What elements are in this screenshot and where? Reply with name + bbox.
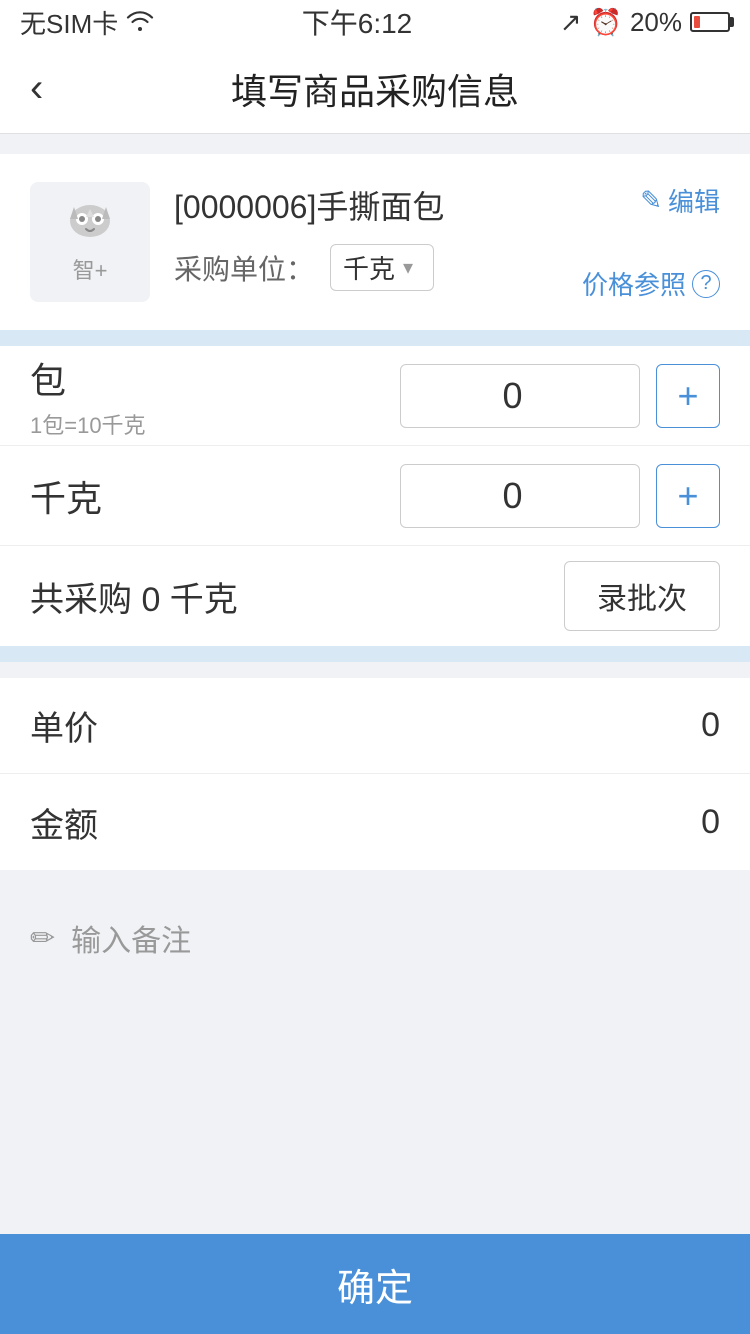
unit-price-value: 0 bbox=[701, 706, 720, 745]
unit-value: 千克 bbox=[343, 249, 395, 286]
carrier-label: 无SIM卡 bbox=[20, 4, 118, 41]
section-divider-2 bbox=[0, 646, 750, 662]
page-title: 填写商品采购信息 bbox=[231, 63, 519, 115]
kg-label-group: 千克 bbox=[30, 470, 150, 522]
bag-label-group: 包 1包=10千克 bbox=[30, 352, 150, 440]
bag-plus-icon: + bbox=[677, 378, 698, 414]
notes-section[interactable]: ✏ 输入备注 bbox=[0, 886, 750, 990]
unit-label: 采购单位： bbox=[174, 248, 314, 288]
product-logo-text: 智+ bbox=[73, 253, 108, 285]
product-owl-icon bbox=[64, 199, 116, 249]
edit-label: 编辑 bbox=[668, 182, 720, 219]
total-row: 共采购 0 千克 录批次 bbox=[0, 546, 750, 646]
amount-label: 金额 bbox=[30, 798, 98, 847]
kg-input-row: 千克 + bbox=[0, 446, 750, 546]
bag-main-label: 包 bbox=[30, 352, 150, 404]
product-thumbnail: 智+ bbox=[30, 182, 150, 302]
kg-plus-icon: + bbox=[677, 478, 698, 514]
amount-row: 金额 0 bbox=[0, 774, 750, 870]
confirm-button[interactable]: 确定 bbox=[337, 1257, 413, 1312]
status-bar-right: ↗ ⏰ 20% bbox=[560, 7, 730, 38]
pencil-icon: ✏ bbox=[30, 921, 55, 956]
battery-indicator bbox=[690, 12, 730, 32]
input-section: 包 1包=10千克 + 千克 + bbox=[0, 346, 750, 546]
kg-main-label: 千克 bbox=[30, 470, 150, 522]
bag-input-wrap: + bbox=[150, 364, 720, 428]
unit-price-row: 单价 0 bbox=[0, 678, 750, 774]
kg-quantity-input[interactable] bbox=[400, 464, 640, 528]
bag-plus-button[interactable]: + bbox=[656, 364, 720, 428]
battery-percentage: 20% bbox=[630, 7, 682, 38]
back-button[interactable]: ‹ bbox=[30, 66, 43, 111]
amount-value: 0 bbox=[701, 803, 720, 842]
kg-input-wrap: + bbox=[150, 464, 720, 528]
batch-button[interactable]: 录批次 bbox=[564, 561, 720, 631]
unit-select[interactable]: 千克 ▾ bbox=[330, 244, 434, 291]
product-name: [0000006]手撕面包 bbox=[174, 182, 720, 228]
nav-bar: ‹ 填写商品采购信息 bbox=[0, 44, 750, 134]
edit-icon: ✎ bbox=[640, 185, 662, 216]
unit-price-label: 单价 bbox=[30, 701, 98, 750]
edit-button[interactable]: ✎ 编辑 bbox=[640, 182, 720, 219]
confirm-bar[interactable]: 确定 bbox=[0, 1234, 750, 1334]
price-ref-button[interactable]: 价格参照 ? bbox=[582, 265, 720, 302]
price-ref-label: 价格参照 bbox=[582, 265, 686, 302]
alarm-icon: ⏰ bbox=[590, 7, 622, 38]
notes-placeholder: 输入备注 bbox=[71, 916, 191, 960]
wifi-icon bbox=[126, 7, 154, 38]
status-bar-time: 下午6:12 bbox=[302, 2, 413, 42]
status-bar-left: 无SIM卡 bbox=[20, 4, 154, 41]
section-divider-1 bbox=[0, 330, 750, 346]
bag-input-row: 包 1包=10千克 + bbox=[0, 346, 750, 446]
price-section: 单价 0 金额 0 bbox=[0, 678, 750, 870]
content-spacer bbox=[0, 990, 750, 1190]
status-bar: 无SIM卡 下午6:12 ↗ ⏰ 20% bbox=[0, 0, 750, 44]
bag-quantity-input[interactable] bbox=[400, 364, 640, 428]
kg-plus-button[interactable]: + bbox=[656, 464, 720, 528]
product-card: 智+ [0000006]手撕面包 采购单位： 千克 ▾ ✎ 编辑 价格参照 ? bbox=[0, 154, 750, 330]
dropdown-arrow-icon: ▾ bbox=[403, 255, 413, 280]
bag-sub-label: 1包=10千克 bbox=[30, 408, 150, 440]
location-icon: ↗ bbox=[560, 7, 582, 38]
total-label: 共采购 0 千克 bbox=[30, 572, 238, 621]
price-ref-icon: ? bbox=[692, 270, 720, 298]
